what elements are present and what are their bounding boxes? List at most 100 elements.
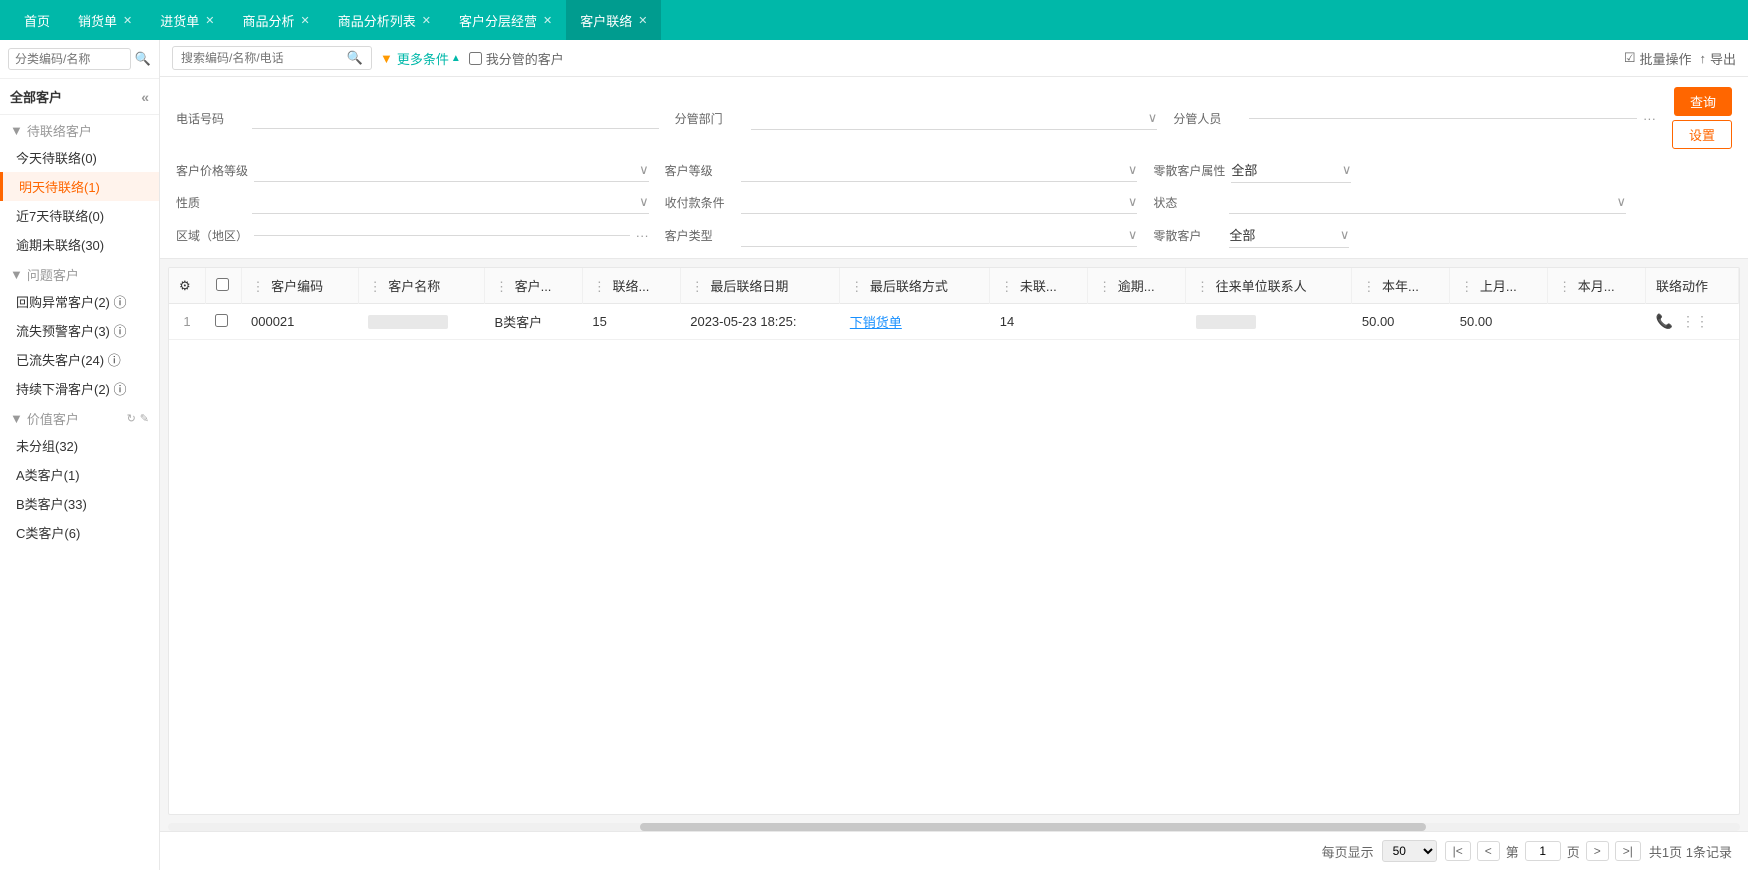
sidebar-item-overdue[interactable]: 逾期未联络(30) [0, 230, 159, 259]
filter-select-dept[interactable]: ∨ [751, 107, 1158, 130]
filter-row-2: 客户价格等级 ∨ 客户等级 ∨ 零散客户属性 全部 [176, 157, 1732, 183]
nav-item-purchase[interactable]: 进货单 ✕ [146, 0, 228, 40]
close-icon[interactable]: ✕ [123, 14, 132, 27]
row-checkbox[interactable] [205, 304, 241, 340]
col-unit-contact: ⋮ 往来单位联系人 [1186, 268, 1352, 304]
value-edit-icon[interactable]: ✎ [140, 412, 149, 425]
filter-input-phone[interactable] [252, 108, 659, 129]
close-icon[interactable]: ✕ [205, 14, 214, 27]
prev-page-btn[interactable]: < [1477, 841, 1500, 861]
action-more-icon[interactable]: ⋮⋮ [1681, 313, 1709, 330]
sidebar-item-ungrouped[interactable]: 未分组(32) [0, 431, 159, 460]
close-icon[interactable]: ✕ [543, 14, 552, 27]
sidebar-item-7days[interactable]: 近7天待联络(0) [0, 201, 159, 230]
filter-select-retail-customer[interactable]: 全部 ∨ [1229, 222, 1349, 248]
data-table-container: ⚙ ⋮ 客户编码 ⋮ 客户名称 [168, 267, 1740, 815]
page-num-input[interactable] [1525, 841, 1561, 861]
filter-select-payment[interactable]: ∨ [741, 191, 1138, 214]
query-button[interactable]: 查询 [1674, 87, 1732, 116]
select-all-checkbox[interactable] [216, 278, 229, 291]
filter-select-nature[interactable]: ∨ [252, 191, 649, 214]
search-input[interactable] [181, 51, 347, 65]
sidebar-item-class-a[interactable]: A类客户(1) [0, 460, 159, 489]
scrollbar-thumb[interactable] [640, 823, 1426, 831]
sort-icon: ⋮ [1362, 279, 1375, 294]
col-last-contact-date: ⋮ 最后联络日期 [680, 268, 840, 304]
filter-select-customer-type[interactable]: ∨ [741, 224, 1138, 247]
my-customers-checkbox[interactable]: 我分管的客户 [469, 49, 564, 68]
sidebar-search-input[interactable] [8, 48, 131, 70]
col-contact-count: ⋮ 联络... [582, 268, 680, 304]
col-checkbox[interactable] [205, 268, 241, 304]
more-conditions-btn[interactable]: ▼ 更多条件 ▲ [380, 49, 461, 68]
filter-dots-person[interactable]: ··· [1643, 111, 1656, 126]
page-suffix: 页 [1567, 842, 1580, 861]
close-icon[interactable]: ✕ [422, 14, 431, 27]
chevron-down-icon: ∨ [1342, 162, 1352, 178]
search-submit-icon[interactable]: 🔍 [347, 50, 363, 66]
sort-icon: ⋮ [1460, 279, 1473, 294]
nav-item-sales[interactable]: 销货单 ✕ [64, 0, 146, 40]
content-area: 🔍 ▼ 更多条件 ▲ 我分管的客户 ☑ 批量操作 ↑ 导出 [160, 40, 1748, 870]
filter-cell-person: 分管人员 ··· [1173, 110, 1656, 127]
sidebar-all-customers[interactable]: 全部客户 « [0, 79, 159, 115]
row-num: 1 [169, 304, 205, 340]
value-refresh-icon[interactable]: ↻ [127, 412, 136, 425]
sidebar-item-abnormal-repurchase[interactable]: 回购异常客户(2) ⓘ [0, 287, 159, 316]
chevron-down-icon: ∨ [639, 162, 649, 178]
nav-item-customer-contact[interactable]: 客户联络 ✕ [566, 0, 661, 40]
my-customers-check[interactable] [469, 52, 482, 65]
export-btn[interactable]: ↑ 导出 [1699, 49, 1736, 68]
row-unit-contact [1186, 304, 1352, 340]
sidebar-item-loss-warning[interactable]: 流失预警客户(3) ⓘ [0, 316, 159, 345]
sidebar-item-tomorrow[interactable]: 明天待联络(1) [0, 172, 159, 201]
per-page-label: 每页显示 [1322, 842, 1374, 861]
nav-label-analysis-list: 商品分析列表 [338, 11, 416, 30]
sidebar-item-class-b[interactable]: B类客户(33) [0, 489, 159, 518]
all-customers-label: 全部客户 [10, 87, 62, 106]
col-last-month: ⋮ 上月... [1450, 268, 1548, 304]
next-page-btn[interactable]: > [1586, 841, 1609, 861]
sidebar: 🔍 全部客户 « ▼ 待联络客户 今天待联络(0) 明天待联络(1) 近7天待联… [0, 40, 160, 870]
batch-ops-btn[interactable]: ☑ 批量操作 [1624, 49, 1692, 68]
sidebar-item-class-c[interactable]: C类客户(6) [0, 518, 159, 547]
sidebar-search-icon[interactable]: 🔍 [135, 51, 151, 67]
nav-item-analysis[interactable]: 商品分析 ✕ [228, 0, 323, 40]
filter-dots-region[interactable]: ··· [636, 228, 649, 243]
horizontal-scrollbar[interactable] [168, 823, 1740, 831]
section-title-problem: ▼ 问题客户 [0, 259, 159, 287]
table-row: 1 000021 B类客户 [169, 304, 1739, 340]
row-this-year: 50.00 [1352, 304, 1450, 340]
settings-gear-icon[interactable]: ⚙ [179, 278, 191, 293]
filter-cell-customer-type: 客户类型 ∨ [665, 224, 1138, 247]
sidebar-item-declining[interactable]: 持续下滑客户(2) ⓘ [0, 374, 159, 403]
batch-ops-label: 批量操作 [1639, 49, 1691, 68]
col-settings[interactable]: ⚙ [169, 268, 205, 304]
last-page-btn[interactable]: >| [1615, 841, 1641, 861]
row-overdue [1088, 304, 1186, 340]
settings-button[interactable]: 设置 [1672, 120, 1732, 149]
close-icon[interactable]: ✕ [301, 14, 310, 27]
filter-label-person: 分管人员 [1173, 110, 1243, 127]
nav-item-customer-tier[interactable]: 客户分层经营 ✕ [445, 0, 566, 40]
page-label: 第 [1506, 842, 1519, 861]
nav-item-analysis-list[interactable]: 商品分析列表 ✕ [324, 0, 445, 40]
action-phone-icon[interactable]: 📞 [1656, 313, 1673, 330]
filter-select-price-level[interactable]: ∨ [254, 159, 649, 182]
masked-unit-contact [1196, 315, 1256, 329]
close-icon[interactable]: ✕ [638, 14, 647, 27]
row-select-checkbox[interactable] [215, 314, 228, 327]
per-page-select[interactable]: 50 100 200 [1382, 840, 1437, 862]
export-icon: ↑ [1699, 51, 1706, 66]
filter-cell-status: 状态 ∨ [1153, 191, 1626, 214]
contact-method-link[interactable]: 下销货单 [850, 315, 902, 330]
filter-select-retail-attr[interactable]: 全部 ∨ [1231, 157, 1351, 183]
main-layout: 🔍 全部客户 « ▼ 待联络客户 今天待联络(0) 明天待联络(1) 近7天待联… [0, 40, 1748, 870]
collapse-icon: « [141, 89, 149, 105]
sidebar-item-today[interactable]: 今天待联络(0) [0, 143, 159, 172]
filter-select-customer-level[interactable]: ∨ [741, 159, 1138, 182]
sidebar-item-lost[interactable]: 已流失客户(24) ⓘ [0, 345, 159, 374]
nav-item-home[interactable]: 首页 [10, 0, 64, 40]
first-page-btn[interactable]: |< [1445, 841, 1471, 861]
filter-select-status[interactable]: ∨ [1229, 191, 1626, 214]
